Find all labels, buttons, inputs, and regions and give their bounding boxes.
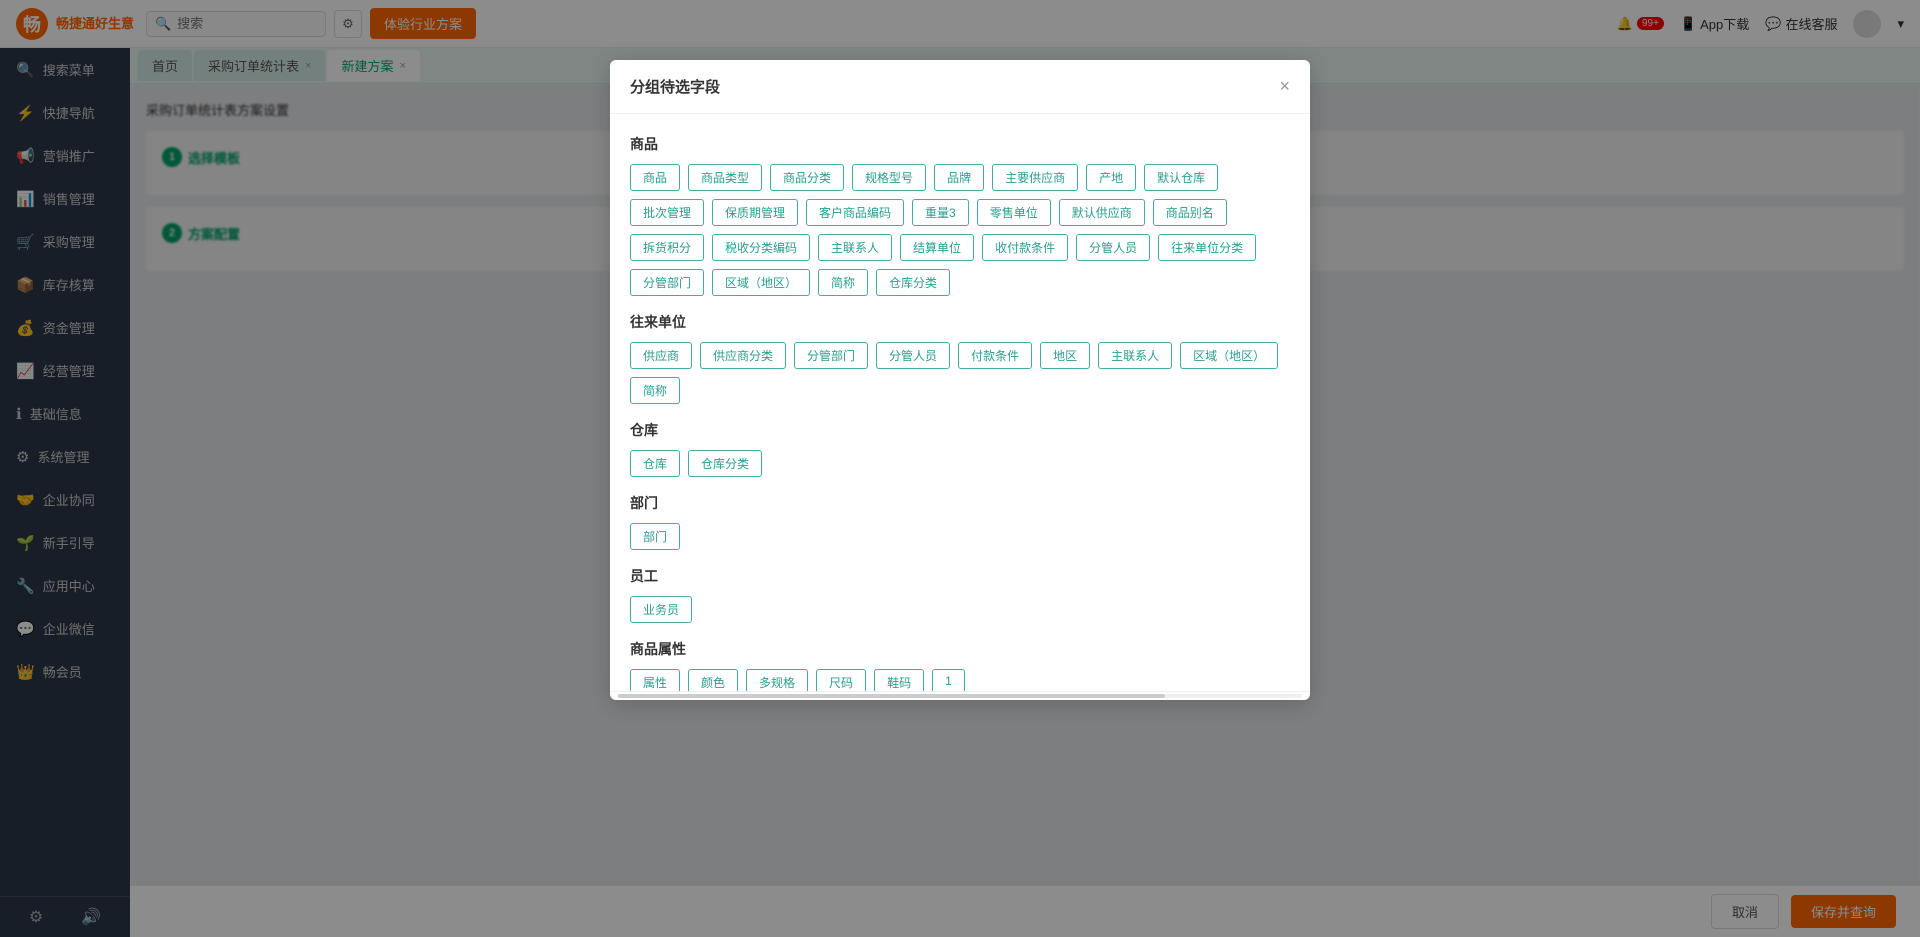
field-chip-付款条件[interactable]: 付款条件 (958, 342, 1032, 369)
field-chip-收付款条件[interactable]: 收付款条件 (982, 234, 1068, 261)
section-title-partner: 往来单位 (630, 312, 1290, 332)
section-title-product_attr: 商品属性 (630, 639, 1290, 659)
field-chip-部门[interactable]: 部门 (630, 523, 680, 550)
field-chip-仓库分类[interactable]: 仓库分类 (688, 450, 762, 477)
field-chip-客户商品编码[interactable]: 客户商品编码 (806, 199, 904, 226)
fields-grid-product_attr: 属性颜色多规格尺码鞋码 1 (630, 669, 1290, 691)
field-chip-简称[interactable]: 简称 (818, 269, 868, 296)
field-chip-品牌[interactable]: 品牌 (934, 164, 984, 191)
field-chip-供应商分类[interactable]: 供应商分类 (700, 342, 786, 369)
field-chip-默认仓库[interactable]: 默认仓库 (1144, 164, 1218, 191)
field-chip-分管部门[interactable]: 分管部门 (630, 269, 704, 296)
field-chip-零售单位[interactable]: 零售单位 (977, 199, 1051, 226)
field-chip-1[interactable]: 1 (932, 669, 965, 691)
field-chip-简称[interactable]: 简称 (630, 377, 680, 404)
modal-body[interactable]: 商品商品商品类型商品分类规格型号品牌主要供应商产地默认仓库批次管理保质期管理客户… (610, 114, 1310, 691)
field-chip-产地[interactable]: 产地 (1086, 164, 1136, 191)
field-chip-拆货积分[interactable]: 拆货积分 (630, 234, 704, 261)
section-title-department: 部门 (630, 493, 1290, 513)
fields-grid-warehouse: 仓库仓库分类 (630, 450, 1290, 477)
field-chip-商品类型[interactable]: 商品类型 (688, 164, 762, 191)
field-chip-多规格[interactable]: 多规格 (746, 669, 808, 691)
field-chip-税收分类编码[interactable]: 税收分类编码 (712, 234, 810, 261)
field-chip-鞋码[interactable]: 鞋码 (874, 669, 924, 691)
field-chip-区域（地区）[interactable]: 区域（地区） (1180, 342, 1278, 369)
field-chip-仓库[interactable]: 仓库 (630, 450, 680, 477)
field-chip-尺码[interactable]: 尺码 (816, 669, 866, 691)
field-chip-重量3[interactable]: 重量3 (912, 199, 969, 226)
field-chip-商品别名[interactable]: 商品别名 (1153, 199, 1227, 226)
field-chip-主联系人[interactable]: 主联系人 (1098, 342, 1172, 369)
field-chip-默认供应商[interactable]: 默认供应商 (1059, 199, 1145, 226)
field-chip-保质期管理[interactable]: 保质期管理 (712, 199, 798, 226)
section-title-employee: 员工 (630, 566, 1290, 586)
field-chip-规格型号[interactable]: 规格型号 (852, 164, 926, 191)
section-title-warehouse: 仓库 (630, 420, 1290, 440)
field-chip-分管人员[interactable]: 分管人员 (876, 342, 950, 369)
fields-grid-department: 部门 (630, 523, 1290, 550)
modal-horizontal-scrollbar[interactable] (610, 691, 1310, 700)
field-chip-主要供应商[interactable]: 主要供应商 (992, 164, 1078, 191)
modal-close-button[interactable]: × (1279, 76, 1290, 97)
field-chip-仓库分类[interactable]: 仓库分类 (876, 269, 950, 296)
field-chip-分管人员[interactable]: 分管人员 (1076, 234, 1150, 261)
field-chip-商品分类[interactable]: 商品分类 (770, 164, 844, 191)
field-chip-供应商[interactable]: 供应商 (630, 342, 692, 369)
field-chip-区域（地区）[interactable]: 区域（地区） (712, 269, 810, 296)
modal-overlay: 分组待选字段 × 商品商品商品类型商品分类规格型号品牌主要供应商产地默认仓库批次… (0, 0, 1920, 937)
field-chip-结算单位[interactable]: 结算单位 (900, 234, 974, 261)
field-chip-商品[interactable]: 商品 (630, 164, 680, 191)
field-chip-业务员[interactable]: 业务员 (630, 596, 692, 623)
field-chip-往来单位分类[interactable]: 往来单位分类 (1158, 234, 1256, 261)
hscroll-thumb[interactable] (618, 694, 1165, 698)
modal: 分组待选字段 × 商品商品商品类型商品分类规格型号品牌主要供应商产地默认仓库批次… (610, 60, 1310, 700)
hscroll-track (618, 694, 1302, 698)
modal-title: 分组待选字段 (630, 76, 720, 97)
modal-header: 分组待选字段 × (610, 60, 1310, 114)
field-chip-批次管理[interactable]: 批次管理 (630, 199, 704, 226)
fields-grid-partner: 供应商供应商分类分管部门分管人员付款条件地区主联系人区域（地区） 简称 (630, 342, 1290, 404)
field-chip-属性[interactable]: 属性 (630, 669, 680, 691)
field-chip-地区[interactable]: 地区 (1040, 342, 1090, 369)
field-chip-颜色[interactable]: 颜色 (688, 669, 738, 691)
section-title-product: 商品 (630, 134, 1290, 154)
fields-grid-employee: 业务员 (630, 596, 1290, 623)
field-chip-分管部门[interactable]: 分管部门 (794, 342, 868, 369)
field-chip-主联系人[interactable]: 主联系人 (818, 234, 892, 261)
fields-grid-product: 商品商品类型商品分类规格型号品牌主要供应商产地默认仓库批次管理保质期管理客户商品… (630, 164, 1290, 296)
